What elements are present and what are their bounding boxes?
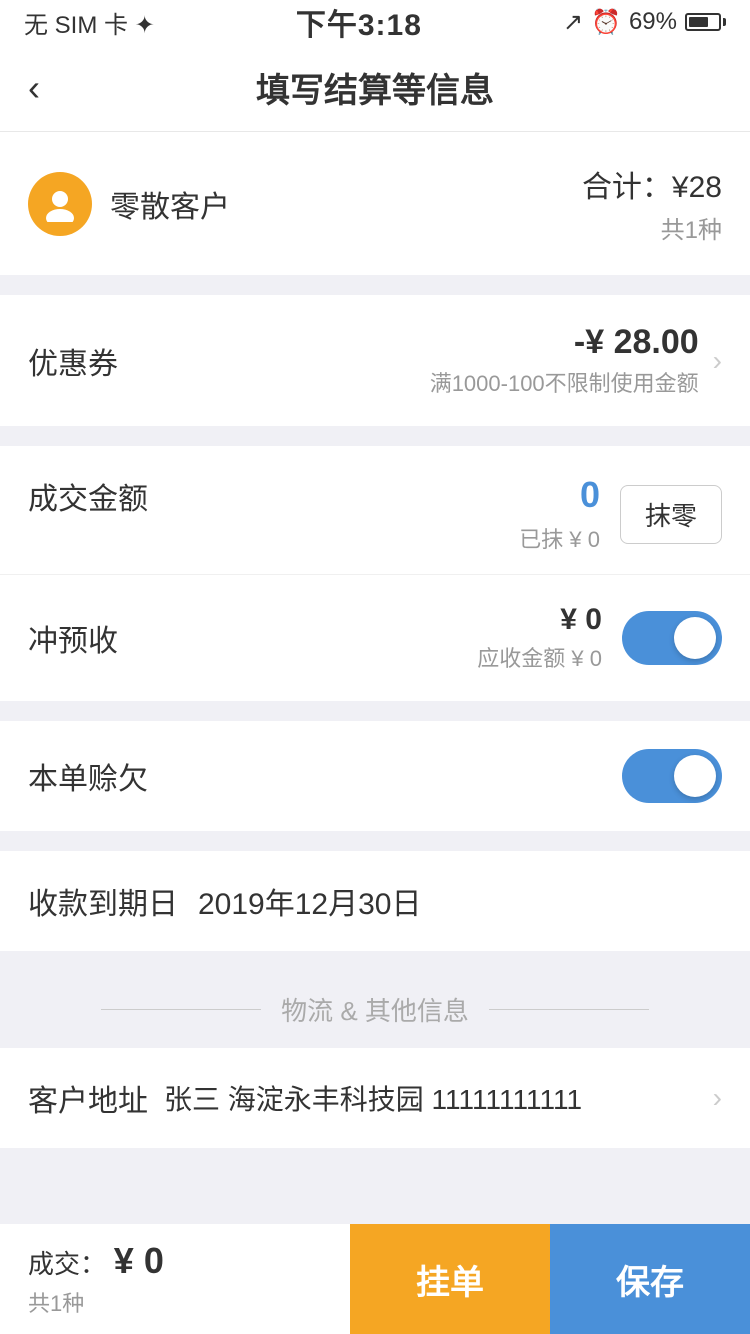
duedate-label: 收款到期日 — [28, 879, 178, 923]
customer-avatar — [28, 172, 92, 236]
customer-row: 零散客户 合计：¥28 共1种 — [0, 132, 750, 275]
prepayment-amount: ¥ 0 — [477, 603, 602, 637]
divider-line-left — [101, 1009, 261, 1010]
bottom-info: 成交： ¥ 0 共1种 — [0, 1240, 350, 1318]
battery-icon — [685, 13, 726, 31]
duedate-row: 收款到期日 2019年12月30日 — [28, 879, 722, 923]
prepayment-values: ¥ 0 应收金额 ¥ 0 — [477, 603, 602, 673]
customer-name: 零散客户 — [110, 182, 230, 226]
coupon-section[interactable]: 优惠券 -¥ 28.00 满1000-100不限制使用金额 › — [0, 295, 750, 426]
deal-section: 成交金额 0 已抹 ¥ 0 抹零 冲预收 ¥ 0 应收金额 ¥ 0 — [0, 446, 750, 701]
coupon-row[interactable]: 优惠券 -¥ 28.00 满1000-100不限制使用金额 › — [0, 295, 750, 426]
back-button[interactable]: ‹ — [28, 67, 40, 109]
prepayment-sub: 应收金额 ¥ 0 — [477, 641, 602, 673]
customer-section: 零散客户 合计：¥28 共1种 — [0, 132, 750, 275]
status-bar: 无 SIM 卡 ✦ 下午3:18 ↗ ⏰ 69% — [0, 0, 750, 44]
page-title: 填写结算等信息 — [256, 63, 494, 112]
deal-amount: 0 — [519, 474, 600, 516]
deal-sub: 已抹 ¥ 0 — [519, 522, 600, 554]
save-button[interactable]: 保存 — [550, 1224, 750, 1334]
deal-label: 成交金额 — [28, 474, 148, 518]
deal-right: 0 已抹 ¥ 0 抹零 — [519, 474, 722, 554]
deal-amount-area: 成交金额 0 已抹 ¥ 0 抹零 — [0, 446, 750, 554]
status-right: ↗ ⏰ 69% — [563, 8, 726, 37]
customer-count: 共1种 — [582, 210, 722, 245]
divider-label: 物流 & 其他信息 — [281, 991, 469, 1028]
address-section[interactable]: 客户地址 张三 海淀永丰科技园 11111111111 › — [0, 1048, 750, 1148]
address-label: 客户地址 — [28, 1076, 148, 1120]
divider-line-right — [489, 1009, 649, 1010]
coupon-right: -¥ 28.00 满1000-100不限制使用金额 › — [430, 323, 722, 398]
coupon-desc: 满1000-100不限制使用金额 — [430, 366, 699, 398]
prepayment-row: 冲预收 ¥ 0 应收金额 ¥ 0 — [0, 574, 750, 701]
user-icon — [42, 186, 78, 222]
coupon-label: 优惠券 — [28, 339, 118, 383]
divider-text-area: 物流 & 其他信息 — [101, 991, 649, 1028]
coupon-chevron: › — [713, 345, 722, 377]
coupon-discount: -¥ 28.00 — [430, 323, 699, 362]
address-value: 张三 海淀永丰科技园 11111111111 — [148, 1078, 713, 1118]
address-chevron: › — [713, 1082, 722, 1114]
bottom-deal-label: 成交： — [28, 1249, 106, 1279]
prepayment-toggle[interactable] — [622, 611, 722, 665]
customer-total-area: 合计：¥28 共1种 — [582, 162, 722, 245]
debt-label: 本单赊欠 — [28, 754, 148, 798]
hold-button[interactable]: 挂单 — [350, 1224, 550, 1334]
coupon-value-area: -¥ 28.00 满1000-100不限制使用金额 — [430, 323, 699, 398]
alarm-icon: ⏰ — [591, 8, 621, 37]
status-left: 无 SIM 卡 ✦ — [24, 5, 155, 40]
bottom-deal-row: 成交： ¥ 0 — [28, 1240, 322, 1282]
round-button[interactable]: 抹零 — [620, 485, 722, 544]
location-icon: ↗ — [563, 8, 583, 37]
sim-label: 无 SIM 卡 ✦ — [24, 5, 155, 40]
customer-total: 合计：¥28 — [582, 162, 722, 206]
prepayment-label: 冲预收 — [28, 616, 118, 660]
debt-section: 本单赊欠 — [0, 721, 750, 831]
duedate-value: 2019年12月30日 — [198, 879, 421, 923]
divider-section: 物流 & 其他信息 — [0, 971, 750, 1048]
debt-toggle[interactable] — [622, 749, 722, 803]
prepayment-right: ¥ 0 应收金额 ¥ 0 — [477, 603, 722, 673]
bottom-count: 共1种 — [28, 1286, 322, 1318]
deal-row: 成交金额 0 已抹 ¥ 0 抹零 — [28, 474, 722, 554]
duedate-section: 收款到期日 2019年12月30日 — [0, 851, 750, 951]
customer-info: 零散客户 — [28, 172, 230, 236]
battery-label: 69% — [629, 8, 677, 36]
deal-value-wrap: 0 已抹 ¥ 0 — [519, 474, 600, 554]
bottom-bar: 成交： ¥ 0 共1种 挂单 保存 — [0, 1224, 750, 1334]
nav-bar: ‹ 填写结算等信息 — [0, 44, 750, 132]
bottom-deal-amount: ¥ 0 — [114, 1240, 164, 1281]
status-time: 下午3:18 — [296, 0, 422, 44]
